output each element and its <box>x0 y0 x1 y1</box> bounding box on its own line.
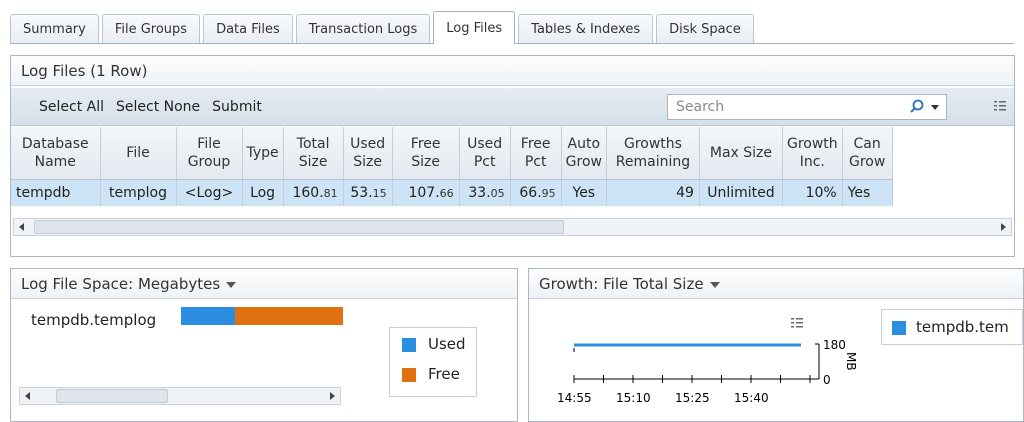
scroll-right-icon[interactable] <box>1001 223 1006 231</box>
log-files-table: Database Name File File Group Type Total Si… <box>11 127 893 206</box>
y-tick-180: 180 <box>823 338 846 352</box>
cell-group: <Log> <box>176 179 243 206</box>
table-horizontal-scrollbar[interactable] <box>13 218 1012 236</box>
bar-used <box>181 307 235 325</box>
tab-summary[interactable]: Summary <box>10 14 99 43</box>
search-icon[interactable] <box>910 99 924 113</box>
col-free-size[interactable]: Free Size <box>392 127 460 180</box>
x-tick-label: 15:40 <box>734 391 769 405</box>
search-box <box>667 94 947 120</box>
table-row[interactable]: tempdb templog <Log> Log 160.81 53.15 10… <box>11 179 893 206</box>
col-auto-grow[interactable]: Auto Grow <box>561 127 607 180</box>
cell-used-pct: 33.05 <box>459 179 511 206</box>
col-free-pct[interactable]: Free Pct <box>510 127 562 180</box>
cell-growths-remaining: 49 <box>606 179 700 206</box>
cell-used-size: 53.15 <box>343 179 393 206</box>
used-swatch <box>402 338 416 352</box>
y-tick-0: 0 <box>823 373 831 387</box>
x-tick-label: 15:25 <box>675 391 710 405</box>
col-growths-remaining[interactable]: Growths Remaining <box>606 127 700 180</box>
cell-growth-inc: 10% <box>782 179 843 206</box>
scroll-left-icon[interactable] <box>25 392 30 400</box>
log-files-panel: Log Files (1 Row) Select All Select None… <box>10 55 1015 257</box>
col-used-pct[interactable]: Used Pct <box>459 127 511 180</box>
tab-transaction-logs[interactable]: Transaction Logs <box>295 14 431 43</box>
col-used-size[interactable]: Used Size <box>343 127 393 180</box>
col-can-grow[interactable]: Can Grow <box>842 127 893 180</box>
panel-title: Log Files (1 Row) <box>11 56 1014 86</box>
tab-log-files[interactable]: Log Files <box>433 11 516 44</box>
cell-can-grow: Yes <box>842 179 893 206</box>
chart-menu-icon[interactable] <box>791 318 803 328</box>
col-growth-inc[interactable]: Growth Inc. <box>782 127 843 180</box>
legend-series: tempdb.tem <box>916 318 1009 336</box>
scroll-thumb[interactable] <box>56 389 168 403</box>
tab-tables-indexes[interactable]: Tables & Indexes <box>518 14 654 43</box>
cell-type: Log <box>242 179 284 206</box>
bar-free <box>235 307 343 325</box>
legend-free: Free <box>428 365 460 383</box>
growth-legend: tempdb.tem <box>881 309 1023 345</box>
column-chooser-icon[interactable] <box>994 100 1006 112</box>
tab-bar: Summary File Groups Data Files Transacti… <box>10 10 757 44</box>
col-type[interactable]: Type <box>242 127 284 180</box>
col-database-name[interactable]: Database Name <box>11 127 101 180</box>
x-tick-label: 14:55 <box>557 391 592 405</box>
free-swatch <box>402 368 416 382</box>
tab-disk-space[interactable]: Disk Space <box>656 14 754 43</box>
cell-auto-grow: Yes <box>561 179 607 206</box>
y-axis-unit: MB <box>844 352 858 371</box>
bar-category-label: tempdb.templog <box>31 311 157 329</box>
cell-database: tempdb <box>11 179 101 206</box>
space-panel-title[interactable]: Log File Space: Megabytes <box>11 269 517 299</box>
cell-total-size: 160.81 <box>283 179 344 206</box>
col-total-size[interactable]: Total Size <box>283 127 344 180</box>
select-none-button[interactable]: Select None <box>116 99 200 115</box>
cell-file: templog <box>100 179 177 206</box>
table-header-row: Database Name File File Group Type Total Si… <box>11 127 893 180</box>
space-legend: Used Free <box>389 327 477 397</box>
select-all-button[interactable]: Select All <box>39 99 104 115</box>
tab-file-groups[interactable]: File Groups <box>101 14 201 43</box>
cell-free-pct: 66.95 <box>510 179 562 206</box>
scroll-left-icon[interactable] <box>19 223 24 231</box>
scroll-right-icon[interactable] <box>330 392 335 400</box>
log-file-space-panel: Log File Space: Megabytes tempdb.templog… <box>10 268 518 422</box>
col-file-group[interactable]: File Group <box>176 127 243 180</box>
chevron-down-icon[interactable] <box>709 282 720 288</box>
space-horizontal-scrollbar[interactable] <box>19 387 341 405</box>
submit-button[interactable]: Submit <box>212 99 262 115</box>
chevron-down-icon[interactable] <box>226 282 237 288</box>
search-input[interactable] <box>668 98 898 116</box>
col-max-size[interactable]: Max Size <box>699 127 783 180</box>
grid-toolbar: Select All Select None Submit <box>11 88 1014 126</box>
cell-free-size: 107.66 <box>392 179 460 206</box>
legend-used: Used <box>428 335 466 353</box>
tab-data-files[interactable]: Data Files <box>203 14 293 43</box>
growth-panel: Growth: File Total Size 14:55 15:10 15:25 1… <box>528 268 1024 422</box>
x-tick-label: 15:10 <box>616 391 651 405</box>
scroll-thumb[interactable] <box>34 220 564 234</box>
col-file[interactable]: File <box>100 127 177 180</box>
series-swatch <box>892 321 906 335</box>
search-options-chevron-icon[interactable] <box>931 105 939 110</box>
growth-panel-title[interactable]: Growth: File Total Size <box>529 269 1023 299</box>
cell-max-size: Unlimited <box>699 179 783 206</box>
